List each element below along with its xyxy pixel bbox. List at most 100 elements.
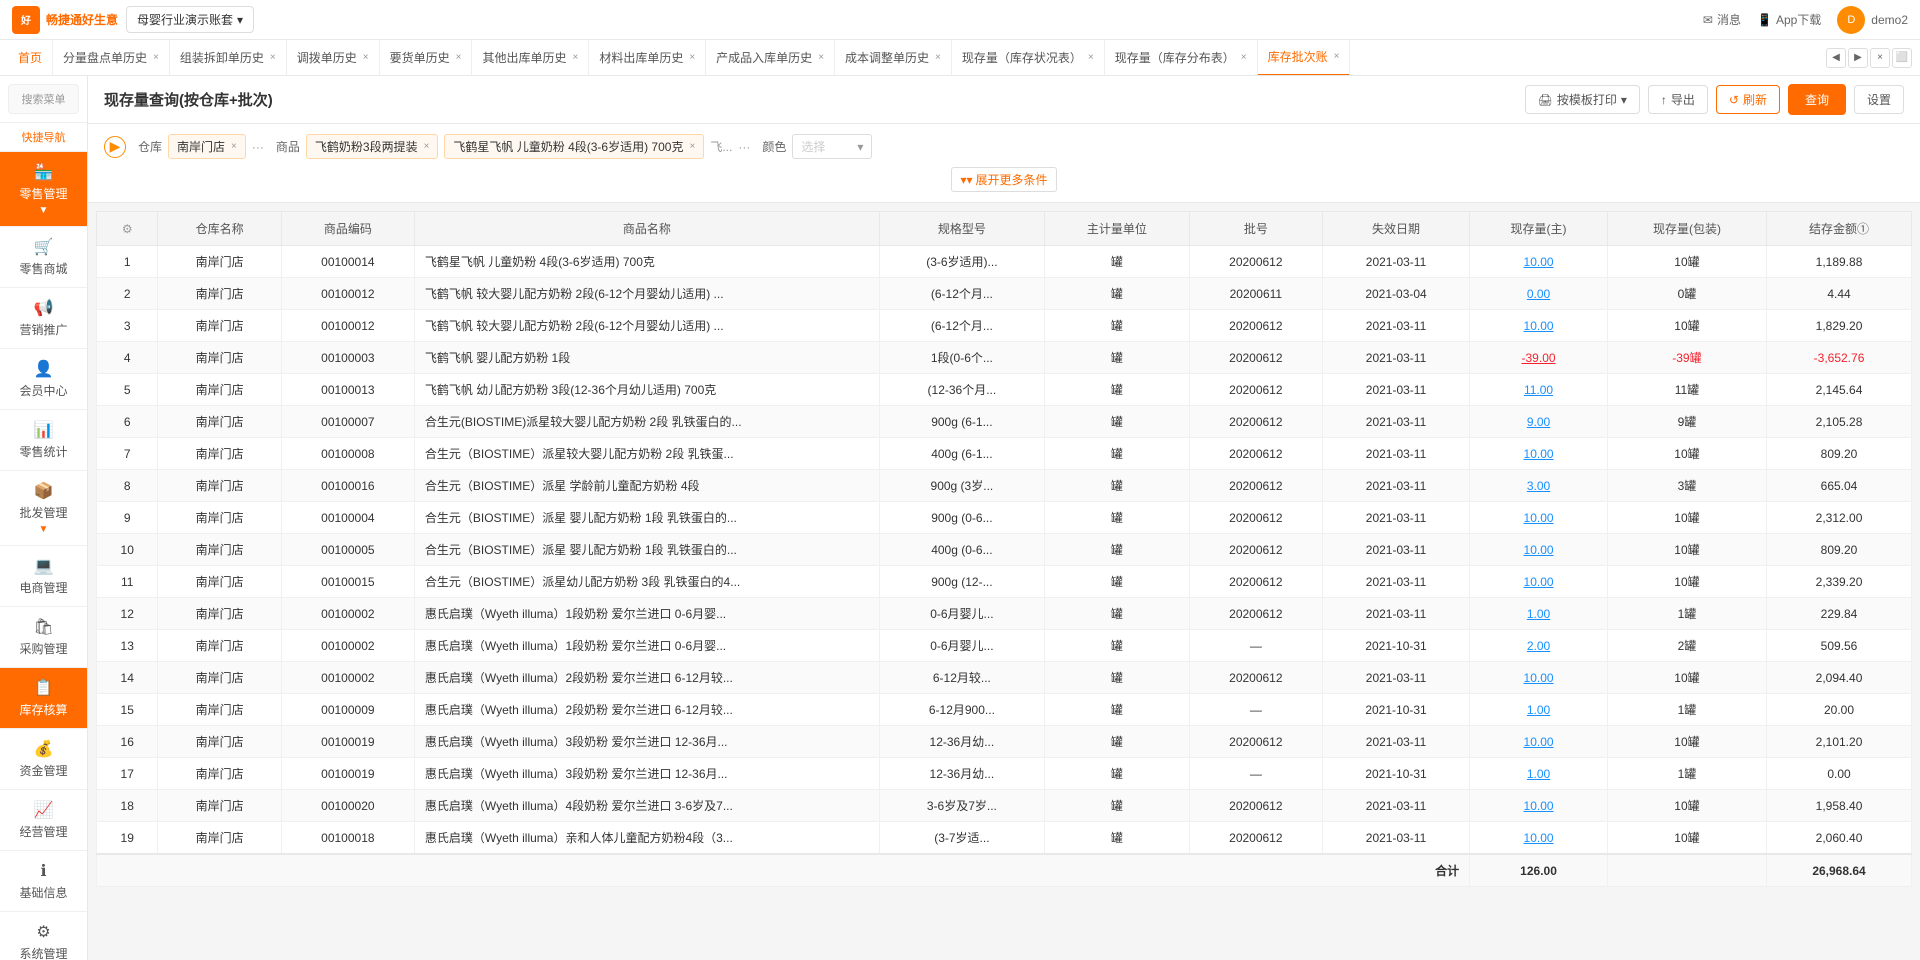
sidebar-item-wholesale[interactable]: 📦 批发管理 ▼ bbox=[0, 471, 87, 546]
close-icon[interactable]: × bbox=[270, 52, 276, 63]
product-tag-1[interactable]: 飞鹤奶粉3段两提装 × bbox=[306, 134, 439, 159]
export-button[interactable]: ↑ 导出 bbox=[1648, 85, 1708, 114]
chevron-down-icon: ▾ bbox=[237, 13, 243, 27]
close-icon[interactable]: × bbox=[1241, 52, 1247, 63]
close-icon[interactable]: × bbox=[818, 52, 824, 63]
query-button[interactable]: 查询 bbox=[1788, 84, 1846, 115]
tab-product-in[interactable]: 产成品入库单历史 × bbox=[706, 40, 835, 76]
row-spec: 0-6月婴儿... bbox=[879, 598, 1044, 630]
close-icon[interactable]: × bbox=[689, 52, 695, 63]
remove-product1-icon[interactable]: × bbox=[424, 141, 430, 152]
tab-cost-adj[interactable]: 成本调整单历史 × bbox=[835, 40, 952, 76]
tab-zu-zhuang[interactable]: 组装拆卸单历史 × bbox=[170, 40, 287, 76]
row-id: 10 bbox=[97, 534, 158, 566]
row-qty[interactable]: 10.00 bbox=[1470, 566, 1608, 598]
row-expire: 2021-03-04 bbox=[1322, 278, 1469, 310]
expand-conditions-btn[interactable]: ▾▾ 展开更多条件 bbox=[951, 167, 1056, 192]
expand-row: ▾▾ 展开更多条件 bbox=[104, 167, 1904, 192]
sidebar-item-member[interactable]: 👤 会员中心 bbox=[0, 349, 87, 410]
sidebar-item-retail-mgmt[interactable]: 🏪 零售管理 ▼ bbox=[0, 152, 87, 227]
more-icon[interactable]: ··· bbox=[252, 140, 264, 154]
sidebar-item-retail-mall[interactable]: 🛒 零售商城 bbox=[0, 227, 87, 288]
row-amount: 809.20 bbox=[1767, 438, 1912, 470]
row-qty[interactable]: 9.00 bbox=[1470, 406, 1608, 438]
tab-inventory-status[interactable]: 现存量（库存状况表） × bbox=[952, 40, 1105, 76]
nav-close-icon[interactable]: × bbox=[1870, 48, 1890, 68]
store-selector[interactable]: 母婴行业演示账套 ▾ bbox=[126, 6, 254, 33]
refresh-button[interactable]: ↺ 刷新 bbox=[1716, 85, 1780, 114]
row-qty[interactable]: 1.00 bbox=[1470, 694, 1608, 726]
tab-inventory-dist[interactable]: 现存量（库存分布表） × bbox=[1105, 40, 1258, 76]
settings-button[interactable]: 设置 bbox=[1854, 85, 1904, 114]
filter-expand-toggle[interactable]: ▶ bbox=[104, 136, 126, 158]
sidebar-item-finance[interactable]: 💰 资金管理 bbox=[0, 729, 87, 790]
row-qty[interactable]: 10.00 bbox=[1470, 438, 1608, 470]
nav-prev-icon[interactable]: ◀ bbox=[1826, 48, 1846, 68]
row-qty[interactable]: 10.00 bbox=[1470, 310, 1608, 342]
row-amount: 1,829.20 bbox=[1767, 310, 1912, 342]
remove-product2-icon[interactable]: × bbox=[689, 141, 695, 152]
close-icon[interactable]: × bbox=[456, 52, 462, 63]
tab-other-out[interactable]: 其他出库单历史 × bbox=[472, 40, 589, 76]
quick-nav-btn[interactable]: 快捷导航 bbox=[0, 123, 87, 152]
tab-material-out[interactable]: 材料出库单历史 × bbox=[589, 40, 706, 76]
row-qty[interactable]: 10.00 bbox=[1470, 502, 1608, 534]
row-qty[interactable]: 3.00 bbox=[1470, 470, 1608, 502]
row-qty[interactable]: -39.00 bbox=[1470, 342, 1608, 374]
row-name: 惠氏启璞（Wyeth illuma）2段奶粉 爱尔兰进口 6-12月较... bbox=[414, 662, 879, 694]
product-tag-2[interactable]: 飞鹤星飞帆 儿童奶粉 4段(3-6岁适用) 700克 × bbox=[444, 134, 704, 159]
nav-next-icon[interactable]: ▶ bbox=[1848, 48, 1868, 68]
row-expire: 2021-03-11 bbox=[1322, 566, 1469, 598]
row-qty[interactable]: 10.00 bbox=[1470, 246, 1608, 278]
tab-yao-huo[interactable]: 要货单历史 × bbox=[380, 40, 473, 76]
row-qty[interactable]: 10.00 bbox=[1470, 790, 1608, 822]
sidebar-item-marketing[interactable]: 📢 营销推广 bbox=[0, 288, 87, 349]
row-qty[interactable]: 10.00 bbox=[1470, 534, 1608, 566]
sidebar-item-purchase[interactable]: 🛍 采购管理 bbox=[0, 607, 87, 668]
close-icon[interactable]: × bbox=[1088, 52, 1094, 63]
row-qty[interactable]: 0.00 bbox=[1470, 278, 1608, 310]
close-icon[interactable]: × bbox=[153, 52, 159, 63]
sidebar-item-retail-stats[interactable]: 📊 零售统计 bbox=[0, 410, 87, 471]
row-unit: 罐 bbox=[1044, 662, 1189, 694]
row-qty[interactable]: 1.00 bbox=[1470, 758, 1608, 790]
sidebar-item-ecommerce[interactable]: 💻 电商管理 bbox=[0, 546, 87, 607]
nav-expand-icon[interactable]: ⬜ bbox=[1892, 48, 1912, 68]
sidebar-item-system[interactable]: ⚙ 系统管理 bbox=[0, 912, 87, 960]
row-qty[interactable]: 10.00 bbox=[1470, 822, 1608, 855]
tab-batch-account[interactable]: 库存批次账 × bbox=[1258, 40, 1351, 76]
row-qty[interactable]: 11.00 bbox=[1470, 374, 1608, 406]
sidebar-item-operations[interactable]: 📈 经营管理 bbox=[0, 790, 87, 851]
settings-col-header[interactable]: ⚙ bbox=[97, 212, 158, 246]
product-more[interactable]: 飞... bbox=[710, 138, 732, 155]
row-amount: 809.20 bbox=[1767, 534, 1912, 566]
row-qty[interactable]: 10.00 bbox=[1470, 726, 1608, 758]
app-download-btn[interactable]: 📱 App下载 bbox=[1757, 11, 1821, 28]
user-area[interactable]: D demo2 bbox=[1837, 6, 1908, 34]
warehouse-tag[interactable]: 南岸门店 × bbox=[168, 134, 246, 159]
row-qty[interactable]: 10.00 bbox=[1470, 662, 1608, 694]
message-btn[interactable]: ✉ 消息 bbox=[1703, 11, 1741, 28]
table-row: 16 南岸门店 00100019 惠氏启璞（Wyeth illuma）3段奶粉 … bbox=[97, 726, 1912, 758]
tab-home[interactable]: 首页 bbox=[8, 40, 53, 76]
settings-icon[interactable]: ⚙ bbox=[122, 222, 133, 236]
sidebar-item-basic-info[interactable]: ℹ 基础信息 bbox=[0, 851, 87, 912]
row-id: 1 bbox=[97, 246, 158, 278]
close-icon[interactable]: × bbox=[363, 52, 369, 63]
close-icon[interactable]: × bbox=[1334, 51, 1340, 62]
color-select[interactable]: 选择 ▾ bbox=[792, 134, 872, 159]
close-icon[interactable]: × bbox=[572, 52, 578, 63]
search-menu-btn[interactable]: 搜索菜单 bbox=[8, 84, 79, 114]
row-batch: 20200612 bbox=[1189, 598, 1322, 630]
row-qty[interactable]: 2.00 bbox=[1470, 630, 1608, 662]
remove-warehouse-icon[interactable]: × bbox=[231, 141, 237, 152]
sidebar-item-inventory[interactable]: 📋 库存核算 bbox=[0, 668, 87, 729]
row-pkg-qty: 2罐 bbox=[1607, 630, 1766, 662]
more-icon[interactable]: ··· bbox=[738, 140, 750, 154]
row-qty[interactable]: 1.00 bbox=[1470, 598, 1608, 630]
tab-diao-bo[interactable]: 调拨单历史 × bbox=[287, 40, 380, 76]
tab-fen-liang[interactable]: 分量盘点单历史 × bbox=[53, 40, 170, 76]
row-id: 11 bbox=[97, 566, 158, 598]
print-button[interactable]: 🖨 按模板打印 ▾ bbox=[1525, 85, 1640, 114]
close-icon[interactable]: × bbox=[935, 52, 941, 63]
